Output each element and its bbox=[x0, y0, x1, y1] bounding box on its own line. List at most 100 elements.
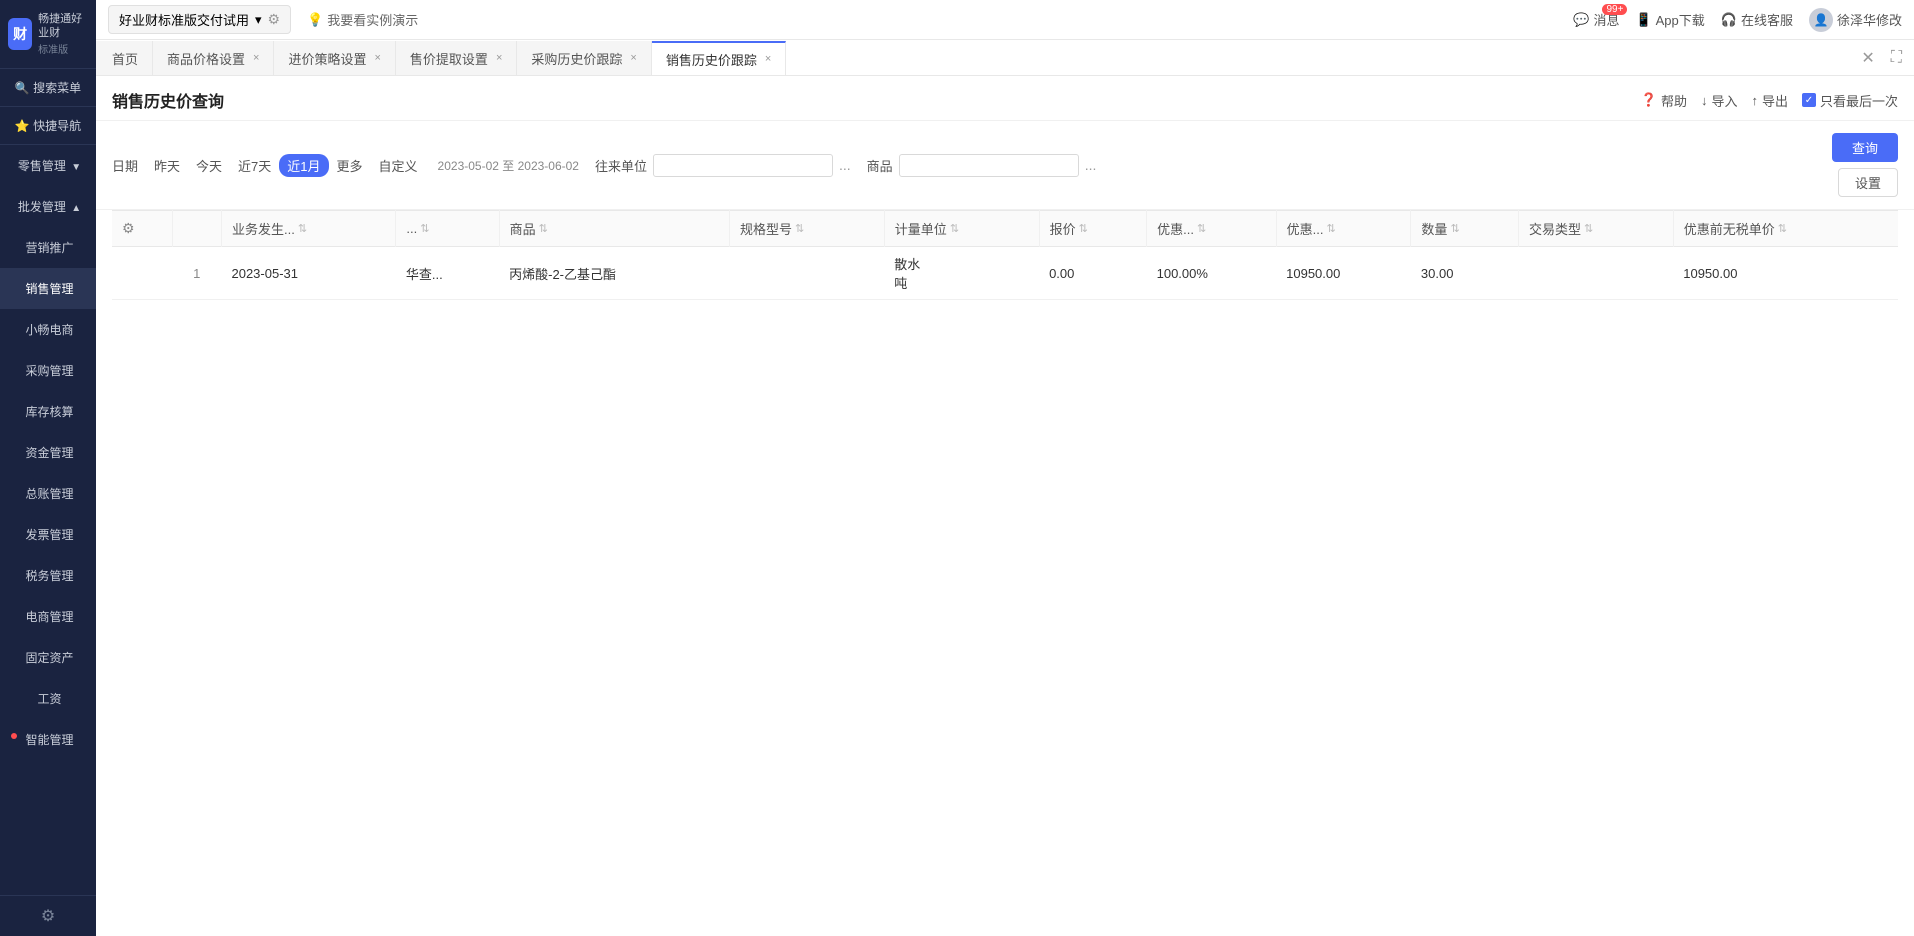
sidebar-item-ecommerce-small[interactable]: 小畅电商 bbox=[0, 309, 96, 350]
unit-dots[interactable]: ... bbox=[839, 157, 851, 173]
date-option-1month[interactable]: 近1月 bbox=[279, 154, 328, 177]
headset-icon: 🎧 bbox=[1721, 12, 1737, 28]
row-unit-label1: 散水 bbox=[894, 257, 920, 272]
th-extra[interactable]: ... ⇅ bbox=[396, 211, 499, 247]
th-discount1[interactable]: 优惠... ⇅ bbox=[1147, 211, 1277, 247]
date-option-custom[interactable]: 自定义 bbox=[371, 154, 426, 177]
row-spec bbox=[730, 247, 885, 300]
th-gear[interactable]: ⚙ bbox=[112, 211, 172, 247]
date-option-today[interactable]: 今天 bbox=[188, 154, 230, 177]
message-button[interactable]: 💬 消息 99+ bbox=[1573, 10, 1619, 29]
th-date[interactable]: 业务发生... ⇅ bbox=[221, 211, 395, 247]
sort-icon-product: ⇅ bbox=[539, 222, 548, 235]
message-icon: 💬 bbox=[1573, 12, 1589, 28]
sidebar-item-ecommerce[interactable]: 电商管理 bbox=[0, 596, 96, 637]
user-name: 徐泽华修改 bbox=[1837, 10, 1902, 29]
demo-icon: 💡 bbox=[307, 12, 323, 28]
unit-input[interactable] bbox=[653, 154, 833, 177]
row-extra: 华查... bbox=[396, 247, 499, 300]
filter-actions: 查询 设置 bbox=[1832, 133, 1898, 197]
online-service-button[interactable]: 🎧 在线客服 bbox=[1721, 10, 1793, 29]
workspace-settings-icon[interactable]: ⚙ bbox=[268, 11, 281, 28]
page-header-actions: ❓ 帮助 ↓ 导入 ↑ 导出 ✓ 只看最后一次 bbox=[1641, 91, 1898, 110]
th-discount1-label: 优惠... bbox=[1157, 219, 1194, 238]
sidebar-item-finance[interactable]: 资金管理 bbox=[0, 432, 96, 473]
tab-price-strategy[interactable]: 进价策略设置 × bbox=[274, 41, 395, 75]
tab-sale-history-close[interactable]: × bbox=[765, 54, 771, 65]
only-last-checkbox-group[interactable]: ✓ 只看最后一次 bbox=[1802, 91, 1898, 110]
th-product[interactable]: 商品 ⇅ bbox=[499, 211, 729, 247]
app-download-button[interactable]: 📱 App下载 bbox=[1635, 10, 1704, 29]
product-input[interactable] bbox=[899, 154, 1079, 177]
sidebar-item-wholesale[interactable]: 批发管理 ▲ bbox=[0, 186, 96, 227]
th-spec[interactable]: 规格型号 ⇅ bbox=[730, 211, 885, 247]
sort-icon: ⇅ bbox=[298, 222, 307, 235]
row-quantity: 30.00 bbox=[1411, 247, 1519, 300]
date-option-more[interactable]: 更多 bbox=[329, 154, 371, 177]
sidebar-item-tax[interactable]: 税务管理 bbox=[0, 555, 96, 596]
tab-home-label: 首页 bbox=[112, 49, 138, 68]
tab-sale-history[interactable]: 销售历史价跟踪 × bbox=[652, 41, 786, 75]
sidebar-logo: 财 畅捷通好业财 标准版 bbox=[0, 0, 96, 69]
app-logo-icon: 财 bbox=[8, 18, 32, 50]
sidebar-item-fixed-assets[interactable]: 固定资产 bbox=[0, 637, 96, 678]
topbar-right: 💬 消息 99+ 📱 App下载 🎧 在线客服 👤 徐泽华修改 bbox=[1573, 8, 1902, 32]
demo-button[interactable]: 💡 我要看实例演示 bbox=[307, 10, 418, 29]
user-menu[interactable]: 👤 徐泽华修改 bbox=[1809, 8, 1902, 32]
tab-purchase-history-close[interactable]: × bbox=[630, 53, 636, 64]
tab-close-all-icon[interactable]: ✕ bbox=[1857, 46, 1878, 70]
th-quantity[interactable]: 数量 ⇅ bbox=[1411, 211, 1519, 247]
th-date-label: 业务发生... bbox=[232, 219, 295, 238]
tab-product-price-close[interactable]: × bbox=[253, 53, 259, 64]
settings-icon[interactable]: ⚙ bbox=[41, 908, 55, 925]
sidebar-item-sales[interactable]: 销售管理 bbox=[0, 268, 96, 309]
date-option-7days[interactable]: 近7天 bbox=[230, 154, 279, 177]
tab-sale-price-close[interactable]: × bbox=[496, 53, 502, 64]
th-pretax-price[interactable]: 优惠前无税单价 ⇅ bbox=[1673, 211, 1898, 247]
sidebar-item-payroll[interactable]: 工资 bbox=[0, 678, 96, 719]
sidebar-item-marketing[interactable]: 营销推广 bbox=[0, 227, 96, 268]
query-button[interactable]: 查询 bbox=[1832, 133, 1898, 162]
product-dots[interactable]: ... bbox=[1085, 157, 1097, 173]
product-filter-group: 商品 ... bbox=[867, 154, 1097, 177]
settings-button[interactable]: 设置 bbox=[1838, 168, 1898, 197]
row-discount1: 100.00% bbox=[1147, 247, 1277, 300]
date-range-display: 2023-05-02 至 2023-06-02 bbox=[438, 157, 579, 174]
tab-home[interactable]: 首页 bbox=[96, 41, 153, 75]
th-discount2[interactable]: 优惠... ⇅ bbox=[1276, 211, 1411, 247]
sidebar-search[interactable]: 🔍 搜索菜单 bbox=[0, 69, 96, 107]
tab-price-strategy-close[interactable]: × bbox=[374, 53, 380, 64]
tab-sale-price-label: 售价提取设置 bbox=[410, 49, 488, 68]
row-discount2: 10950.00 bbox=[1276, 247, 1411, 300]
online-service-label: 在线客服 bbox=[1741, 10, 1793, 29]
gear-icon[interactable]: ⚙ bbox=[122, 220, 135, 236]
sidebar-item-invoice[interactable]: 发票管理 bbox=[0, 514, 96, 555]
row-price: 0.00 bbox=[1039, 247, 1147, 300]
sidebar-item-retail[interactable]: 零售管理 ▼ bbox=[0, 145, 96, 186]
export-button[interactable]: ↑ 导出 bbox=[1751, 91, 1788, 110]
tab-product-price[interactable]: 商品价格设置 × bbox=[153, 41, 274, 75]
tab-sale-price[interactable]: 售价提取设置 × bbox=[396, 41, 517, 75]
sidebar-item-purchase[interactable]: 采购管理 bbox=[0, 350, 96, 391]
th-unit[interactable]: 计量单位 ⇅ bbox=[884, 211, 1039, 247]
tab-sale-history-label: 销售历史价跟踪 bbox=[666, 50, 757, 69]
workspace-selector[interactable]: 好业财标准版交付试用 ▾ ⚙ bbox=[108, 5, 291, 34]
sidebar-item-smart[interactable]: 智能管理 bbox=[0, 719, 96, 760]
th-price[interactable]: 报价 ⇅ bbox=[1039, 211, 1147, 247]
tab-purchase-history[interactable]: 采购历史价跟踪 × bbox=[517, 41, 651, 75]
only-last-checkbox[interactable]: ✓ bbox=[1802, 93, 1816, 107]
tab-expand-icon[interactable]: ⛶ bbox=[1887, 47, 1906, 69]
help-button[interactable]: ❓ 帮助 bbox=[1641, 91, 1687, 110]
app-download-label: App下载 bbox=[1656, 10, 1705, 29]
row-trans-type bbox=[1518, 247, 1673, 300]
th-price-label: 报价 bbox=[1050, 219, 1076, 238]
sidebar-quick-nav[interactable]: ⭐ 快捷导航 bbox=[0, 107, 96, 145]
sidebar-item-inventory[interactable]: 库存核算 bbox=[0, 391, 96, 432]
date-option-yesterday[interactable]: 昨天 bbox=[146, 154, 188, 177]
tabs-bar: 首页 商品价格设置 × 进价策略设置 × 售价提取设置 × 采购历史价跟踪 × … bbox=[96, 40, 1914, 76]
th-trans-type[interactable]: 交易类型 ⇅ bbox=[1518, 211, 1673, 247]
date-options: 昨天 今天 近7天 近1月 更多 自定义 bbox=[146, 154, 426, 177]
import-button[interactable]: ↓ 导入 bbox=[1701, 91, 1738, 110]
sort-icon-unit: ⇅ bbox=[950, 222, 959, 235]
sidebar-item-ledger[interactable]: 总账管理 bbox=[0, 473, 96, 514]
